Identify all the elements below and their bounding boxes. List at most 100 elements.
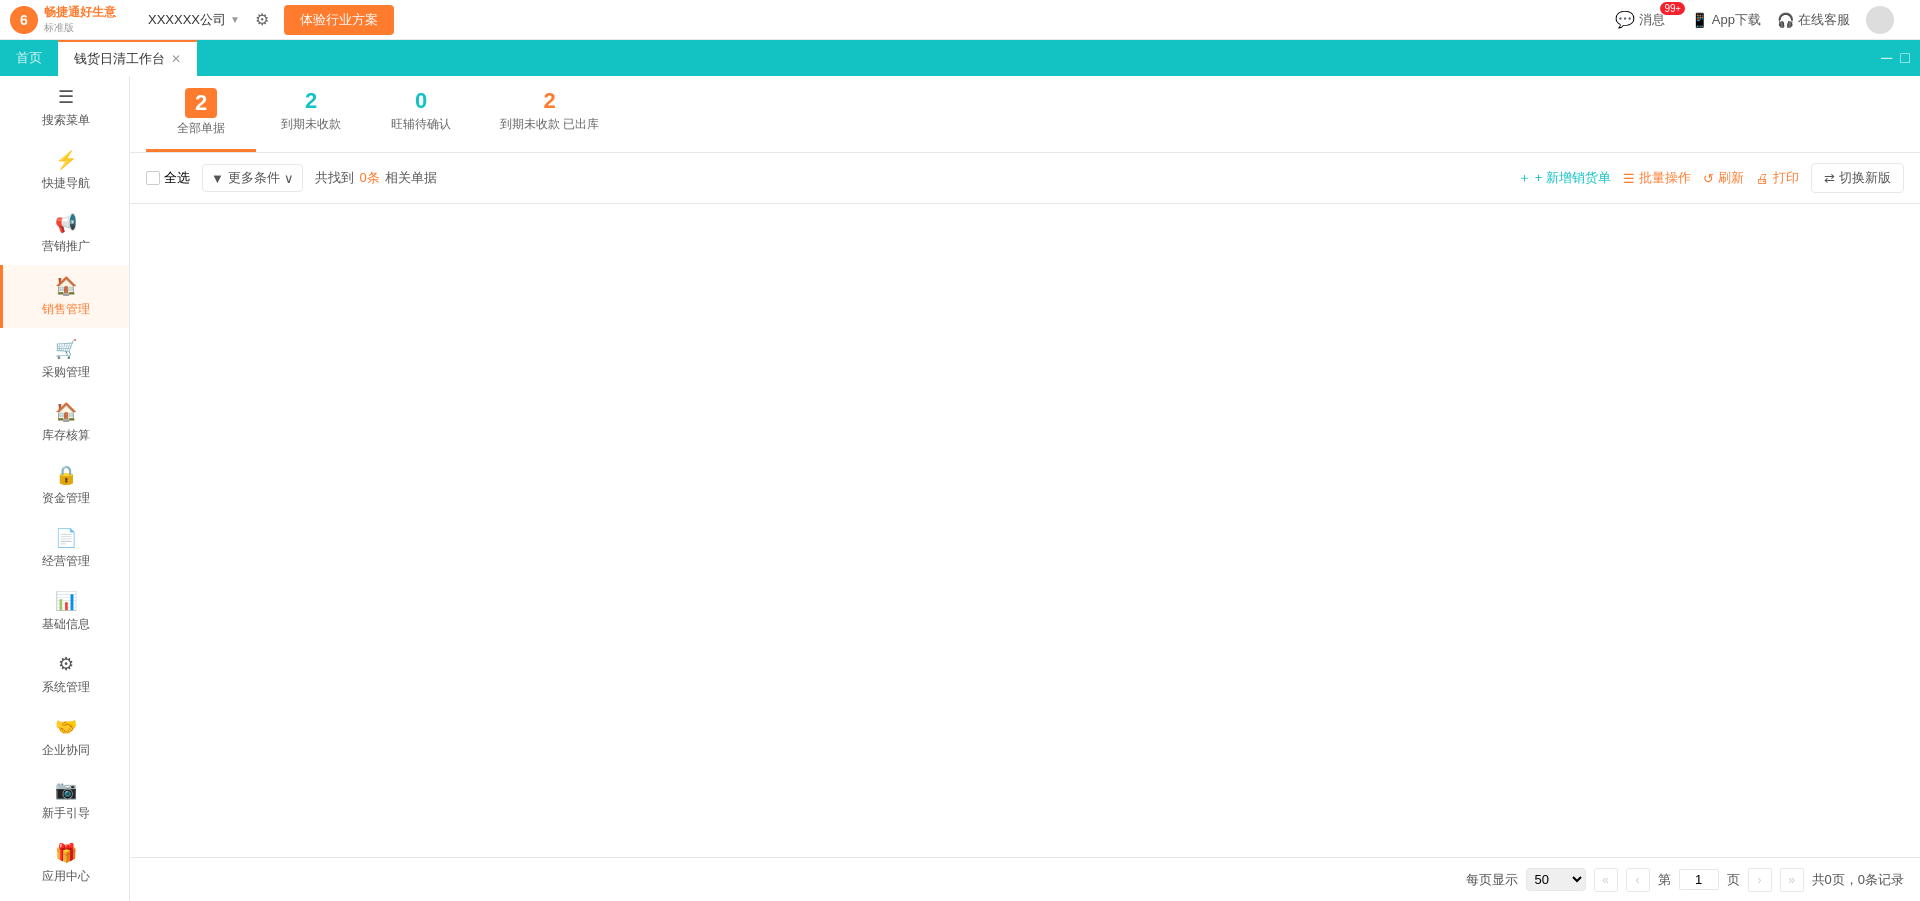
page-label: 第: [1658, 871, 1671, 889]
nav-tabs: 首页 钱货日清工作台 ✕ ─ □: [0, 40, 1920, 76]
sidebar-item-guide-label: 新手引导: [42, 805, 90, 822]
company-selector[interactable]: XXXXXX公司 ▼: [140, 11, 248, 29]
filter-icon: ▼: [211, 171, 224, 186]
switch-version-btn[interactable]: ⇄ 切换新版: [1811, 163, 1904, 193]
cooperation-icon: 🤝: [55, 716, 77, 738]
search-menu-icon: ☰: [58, 86, 74, 108]
main-layout: ☰ 搜索菜单 ⚡ 快捷导航 📢 营销推广 🏠 销售管理 🛒 采购管理 🏠 库存核…: [0, 76, 1920, 901]
marketing-icon: 📢: [55, 212, 77, 234]
total-text: 共0页，0条记录: [1812, 871, 1904, 889]
stat-tab-overdue[interactable]: 2 到期未收款: [256, 76, 366, 152]
sidebar-item-purchase[interactable]: 🛒 采购管理: [0, 328, 129, 391]
batch-operation-btn[interactable]: ☰ 批量操作: [1623, 169, 1691, 187]
sidebar-item-marketing[interactable]: 📢 营销推广: [0, 202, 129, 265]
sidebar-item-system[interactable]: ⚙ 系统管理: [0, 643, 129, 706]
toolbar-left: 全选 ▼ 更多条件 ∨ 共找到 0条 相关单据: [146, 164, 1506, 192]
sidebar-item-cooperation[interactable]: 🤝 企业协同: [0, 706, 129, 769]
quick-nav-icon: ⚡: [55, 149, 77, 171]
sidebar-item-cooperation-label: 企业协同: [42, 742, 90, 759]
tab-home[interactable]: 首页: [0, 40, 58, 76]
plus-icon: ＋: [1518, 169, 1531, 187]
checkbox-icon: [146, 171, 160, 185]
sidebar-item-inventory-label: 库存核算: [42, 427, 90, 444]
sidebar-item-search-menu[interactable]: ☰ 搜索菜单: [0, 76, 129, 139]
toolbar: 全选 ▼ 更多条件 ∨ 共找到 0条 相关单据 ＋ + 新增销货单: [130, 153, 1920, 204]
sidebar-item-basic-info-label: 基础信息: [42, 616, 90, 633]
guide-icon: 📷: [55, 779, 77, 801]
content-area: 2 全部单据 2 到期未收款 0 旺辅待确认 2 到期未收款 已出库 全选: [130, 76, 1920, 901]
basic-info-icon: 📊: [55, 590, 77, 612]
refresh-btn[interactable]: ↺ 刷新: [1703, 169, 1744, 187]
print-icon: 🖨: [1756, 171, 1769, 186]
experience-btn[interactable]: 体验行业方案: [284, 5, 394, 35]
stat-tab-all[interactable]: 2 全部单据: [146, 76, 256, 152]
system-icon: ⚙: [58, 653, 74, 675]
finance-icon: 🔒: [55, 464, 77, 486]
filter-arrow: ∨: [284, 171, 294, 186]
header-right: 💬 消息 99+ 📱 App下载 🎧 在线客服: [1615, 6, 1910, 34]
sales-icon: 🏠: [55, 275, 77, 297]
app-center-icon: 🎁: [55, 842, 77, 864]
tab-workbench-label: 钱货日清工作台: [74, 50, 165, 68]
select-all-label: 全选: [164, 169, 190, 187]
next-page-btn[interactable]: ›: [1748, 868, 1772, 892]
logo-icon: 6: [10, 6, 38, 34]
window-minimize-btn[interactable]: ─: [1881, 49, 1892, 67]
select-all-checkbox[interactable]: 全选: [146, 169, 190, 187]
new-sales-btn[interactable]: ＋ + 新增销货单: [1518, 169, 1611, 187]
sidebar-item-inventory[interactable]: 🏠 库存核算: [0, 391, 129, 454]
sidebar-item-app-center-label: 应用中心: [42, 868, 90, 885]
sidebar-item-basic-info[interactable]: 📊 基础信息: [0, 580, 129, 643]
message-btn[interactable]: 💬 消息 99+: [1615, 10, 1675, 29]
per-page-select[interactable]: 10 20 50 100: [1526, 868, 1586, 891]
stat-all-label: 全部单据: [177, 120, 225, 137]
sidebar-item-operations-label: 经营管理: [42, 553, 90, 570]
table-area: [130, 204, 1920, 857]
sidebar-item-search-menu-label: 搜索菜单: [42, 112, 90, 129]
sidebar-item-quick-nav-label: 快捷导航: [42, 175, 90, 192]
stat-tab-shipped[interactable]: 2 到期未收款 已出库: [476, 76, 623, 152]
sidebar-item-finance[interactable]: 🔒 资金管理: [0, 454, 129, 517]
sidebar-item-system-label: 系统管理: [42, 679, 90, 696]
tab-home-label: 首页: [16, 49, 42, 67]
tab-workbench[interactable]: 钱货日清工作台 ✕: [58, 40, 197, 76]
print-btn[interactable]: 🖨 打印: [1756, 169, 1799, 187]
purchase-icon: 🛒: [55, 338, 77, 360]
filter-label: 更多条件: [228, 169, 280, 187]
sidebar-item-purchase-label: 采购管理: [42, 364, 90, 381]
sidebar-item-operations[interactable]: 📄 经营管理: [0, 517, 129, 580]
inventory-icon: 🏠: [55, 401, 77, 423]
phone-icon: 📱: [1691, 12, 1708, 28]
found-count: 0条: [360, 170, 380, 185]
message-icon: 💬: [1615, 10, 1635, 29]
prev-page-btn[interactable]: ‹: [1626, 868, 1650, 892]
message-label: 消息: [1639, 11, 1665, 29]
sidebar-item-wechat[interactable]: 💬 企业微信: [0, 895, 129, 901]
stat-tab-pending[interactable]: 0 旺辅待确认: [366, 76, 476, 152]
sidebar-item-sales-label: 销售管理: [42, 301, 90, 318]
stats-tabs: 2 全部单据 2 到期未收款 0 旺辅待确认 2 到期未收款 已出库: [130, 76, 1920, 153]
sidebar-item-quick-nav[interactable]: ⚡ 快捷导航: [0, 139, 129, 202]
page-suffix: 页: [1727, 871, 1740, 889]
message-badge: 99+: [1660, 2, 1684, 15]
stat-overdue-num: 2: [296, 88, 326, 114]
pagination: 每页显示 10 20 50 100 « ‹ 第 页 › » 共0页，0条记录: [130, 857, 1920, 901]
app-download-btn[interactable]: 📱 App下载: [1691, 11, 1761, 29]
page-input[interactable]: [1679, 869, 1719, 890]
first-page-btn[interactable]: «: [1594, 868, 1618, 892]
sidebar-item-sales[interactable]: 🏠 销售管理: [0, 265, 129, 328]
online-service-btn[interactable]: 🎧 在线客服: [1777, 11, 1850, 29]
stat-pending-num: 0: [406, 88, 436, 114]
nav-tab-actions: ─ □: [1881, 49, 1920, 67]
sidebar-item-guide[interactable]: 📷 新手引导: [0, 769, 129, 832]
headset-icon: 🎧: [1777, 12, 1794, 28]
sidebar-item-app-center[interactable]: 🎁 应用中心: [0, 832, 129, 895]
last-page-btn[interactable]: »: [1780, 868, 1804, 892]
window-maximize-btn[interactable]: □: [1900, 49, 1910, 67]
stat-shipped-label: 到期未收款 已出库: [500, 116, 599, 133]
avatar[interactable]: [1866, 6, 1894, 34]
settings-icon[interactable]: ⚙: [248, 6, 276, 34]
more-filter-btn[interactable]: ▼ 更多条件 ∨: [202, 164, 303, 192]
tab-workbench-close[interactable]: ✕: [171, 52, 181, 66]
top-header: 6 畅捷通好生意 标准版 XXXXXX公司 ▼ ⚙ 体验行业方案 💬 消息 99…: [0, 0, 1920, 40]
